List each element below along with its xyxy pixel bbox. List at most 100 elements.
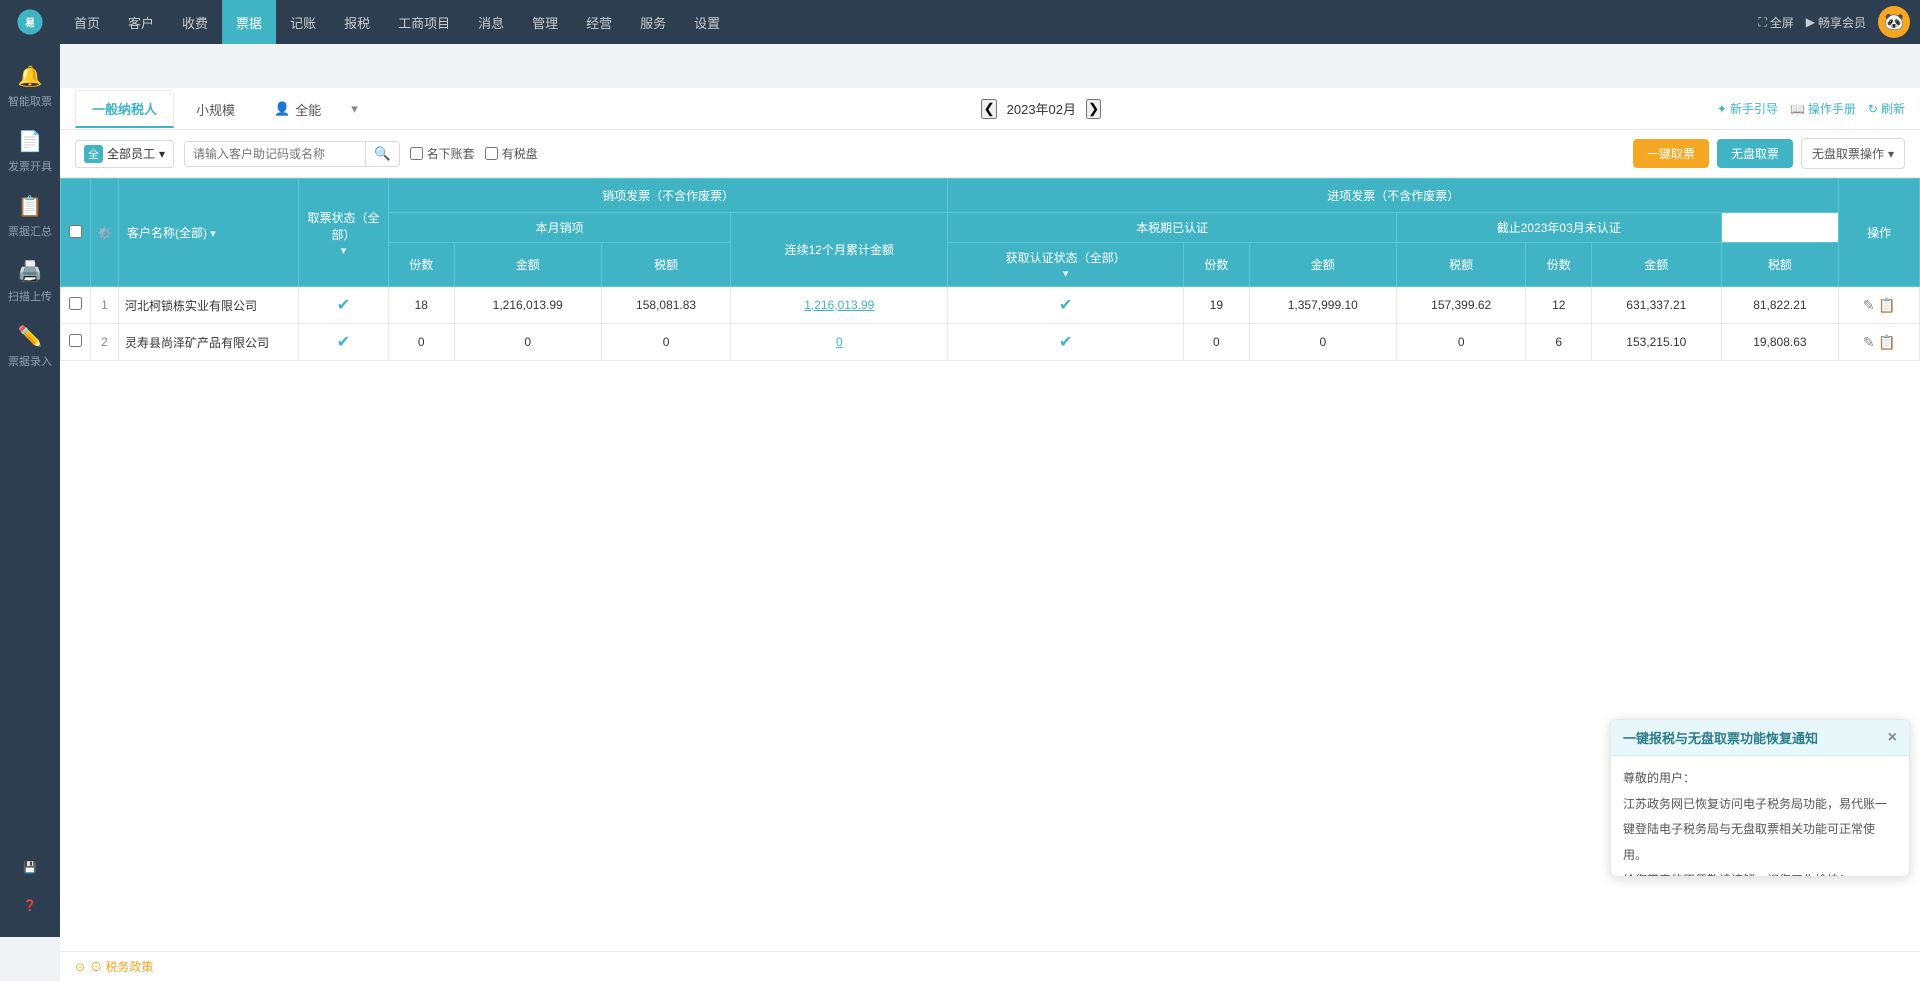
summary-icon: 📋: [18, 194, 43, 219]
row2-edit-icon[interactable]: ✎: [1863, 334, 1875, 350]
sidebar-item-ticket-entry[interactable]: ✏️ 票据录入: [0, 314, 60, 379]
filter-bar-actions: 一键取票 无盘取票 无盘取票操作 ▾: [1633, 138, 1905, 169]
prev-month-button[interactable]: ❮: [981, 99, 996, 119]
invoice-table: ⚙️ 客户名称(全部) ▾ 取票状态（全部） ▾ 销项发票（不含作废票） 进项发…: [60, 178, 1920, 361]
th-cumulative: 连续12个月累计金额: [731, 213, 948, 287]
person-icon: 👤: [274, 101, 290, 117]
tab-more-button[interactable]: ▾: [343, 97, 366, 121]
fullscreen-button[interactable]: ⛶ 全屏: [1758, 14, 1793, 31]
nav-items: 首页 客户 收费 票据 记账 报税 工商项目 消息 管理 经营 服务 设置: [60, 0, 1758, 44]
customer-search-wrap: 🔍: [184, 141, 400, 167]
current-month: 2023年02月: [1007, 99, 1076, 118]
sidebar-item-smart-ticket[interactable]: 🔔 智能取票: [0, 54, 60, 119]
sidebar: 🔔 智能取票 📄 发票开具 📋 票据汇总 🖨️ 扫描上传 ✏️ 票据录入 💾 ❓: [0, 44, 60, 937]
row2-purch-rec-count: 0: [1184, 324, 1250, 361]
logo: 易: [10, 0, 50, 44]
row2-purch-unrec-tax: 19,808.63: [1721, 324, 1839, 361]
help-icon: ❓: [23, 899, 37, 912]
nav-tax[interactable]: 报税: [330, 0, 384, 44]
th-sales-tax: 税额: [601, 243, 731, 287]
refresh-button[interactable]: ↻ 刷新: [1868, 100, 1905, 117]
sidebar-item-summary[interactable]: 📋 票据汇总: [0, 184, 60, 249]
customer-filter-icon[interactable]: ▾: [210, 228, 216, 240]
nav-settings[interactable]: 设置: [680, 0, 734, 44]
nav-home[interactable]: 首页: [60, 0, 114, 44]
guide-button[interactable]: ✦ 新手引导: [1717, 100, 1778, 117]
customer-search-input[interactable]: [185, 143, 365, 165]
row1-checkbox: [61, 287, 91, 324]
row1-detail-icon[interactable]: 📋: [1878, 297, 1895, 313]
nav-operation[interactable]: 经营: [572, 0, 626, 44]
employee-badge: 全: [84, 145, 103, 163]
select-all-checkbox[interactable]: [69, 225, 82, 238]
sidebar-bottom: 💾 ❓: [0, 851, 60, 937]
th-customer: 客户名称(全部) ▾: [118, 179, 298, 287]
nav-message[interactable]: 消息: [464, 0, 518, 44]
sidebar-item-download[interactable]: 💾: [0, 851, 60, 884]
th-purch-recognized: 本税期已认证: [948, 213, 1397, 243]
tax-disk-checkbox[interactable]: [485, 147, 498, 160]
nav-manage[interactable]: 管理: [518, 0, 572, 44]
tab-small-scale[interactable]: 小规模: [179, 91, 252, 127]
svg-text:易: 易: [25, 17, 35, 29]
notification-line-4: 给您带来的不便敬请谅解，祝您工作愉快！: [1623, 870, 1897, 876]
row1-edit-icon[interactable]: ✎: [1863, 297, 1875, 313]
notification-popup: 一键报税与无盘取票功能恢复通知 × 尊敬的用户： 江苏政务网已恢复访问电子税务局…: [1610, 719, 1910, 877]
vip-icon: ▶: [1806, 15, 1815, 29]
nav-accounting[interactable]: 记账: [276, 0, 330, 44]
nav-service[interactable]: 服务: [626, 0, 680, 44]
th-purch-rec-tax: 税额: [1396, 243, 1526, 287]
tab-all[interactable]: 👤 全能: [257, 91, 338, 127]
row2-detail-icon[interactable]: 📋: [1878, 334, 1895, 350]
verify-filter-icon[interactable]: ▾: [1063, 268, 1069, 280]
diskless-ticket-ops-button[interactable]: 无盘取票操作 ▾: [1801, 138, 1905, 169]
top-navigation: 易 首页 客户 收费 票据 记账 报税 工商项目 消息 管理 经营 服务 设置 …: [0, 0, 1920, 44]
guide-icon: ✦: [1717, 102, 1727, 116]
tab-bar-right-actions: ✦ 新手引导 📖 操作手册 ↻ 刷新: [1717, 100, 1905, 117]
row2-verify-status: ✔: [948, 324, 1184, 361]
vip-button[interactable]: ▶ 畅享会员: [1806, 14, 1866, 31]
row1-sales-amount: 1,216,013.99: [454, 287, 601, 324]
sidebar-item-open-invoice[interactable]: 📄 发票开具: [0, 119, 60, 184]
row2-status: ✔: [298, 324, 388, 361]
nav-fee[interactable]: 收费: [168, 0, 222, 44]
row1-select-checkbox[interactable]: [69, 297, 82, 310]
notification-line-3: 用。: [1623, 845, 1897, 867]
nav-business[interactable]: 工商项目: [384, 0, 464, 44]
notification-close-button[interactable]: ×: [1888, 729, 1897, 747]
one-click-ticket-button[interactable]: 一键取票: [1633, 139, 1709, 168]
row1-purch-unrec-amount: 631,337.21: [1592, 287, 1722, 324]
diskless-ticket-button[interactable]: 无盘取票: [1717, 139, 1793, 168]
status-filter-icon[interactable]: ▾: [341, 245, 347, 257]
filter-bar: 全 全部员工 ▾ 🔍 名下账套 有税盘 一键取票 无盘取票 无盘取票操作 ▾: [60, 130, 1920, 178]
table-row: 2 灵寿县尚泽矿产品有限公司 ✔ 0 0 0 0 ✔ 0 0: [61, 324, 1920, 361]
employee-filter[interactable]: 全 全部员工 ▾: [75, 140, 174, 168]
user-avatar[interactable]: 🐼: [1878, 6, 1910, 38]
row1-cumulative: 1,216,013.99: [731, 287, 948, 324]
row1-purch-rec-count: 19: [1184, 287, 1250, 324]
next-month-button[interactable]: ❯: [1086, 99, 1101, 119]
scan-upload-icon: 🖨️: [18, 259, 43, 284]
th-purch-rec-amount: 金额: [1249, 243, 1396, 287]
row2-num: 2: [91, 324, 119, 361]
manual-button[interactable]: 📖 操作手册: [1790, 100, 1856, 117]
row1-cumulative-link[interactable]: 1,216,013.99: [804, 298, 874, 312]
my-accounts-checkbox-label[interactable]: 名下账套: [410, 145, 475, 162]
manual-icon: 📖: [1790, 102, 1805, 116]
row2-cumulative-link[interactable]: 0: [836, 335, 843, 349]
tab-general-taxpayer[interactable]: 一般纳税人: [75, 90, 174, 128]
my-accounts-checkbox[interactable]: [410, 147, 423, 160]
row2-select-checkbox[interactable]: [69, 334, 82, 347]
nav-customer[interactable]: 客户: [114, 0, 168, 44]
tax-policy-link[interactable]: ⊙ 税务政策: [90, 958, 153, 975]
sidebar-item-scan-upload[interactable]: 🖨️ 扫描上传: [0, 249, 60, 314]
row2-verify-check-icon: ✔: [1059, 334, 1072, 351]
row2-status-check-icon: ✔: [337, 334, 350, 351]
th-purchase-group: 进项发票（不含作废票）: [948, 179, 1839, 213]
tax-disk-checkbox-label[interactable]: 有税盘: [485, 145, 538, 162]
month-navigation: ❮ 2023年02月 ❯: [371, 99, 1712, 119]
search-button[interactable]: 🔍: [365, 142, 399, 166]
row1-num: 1: [91, 287, 119, 324]
nav-invoice[interactable]: 票据: [222, 0, 276, 44]
sidebar-item-help[interactable]: ❓: [0, 889, 60, 922]
